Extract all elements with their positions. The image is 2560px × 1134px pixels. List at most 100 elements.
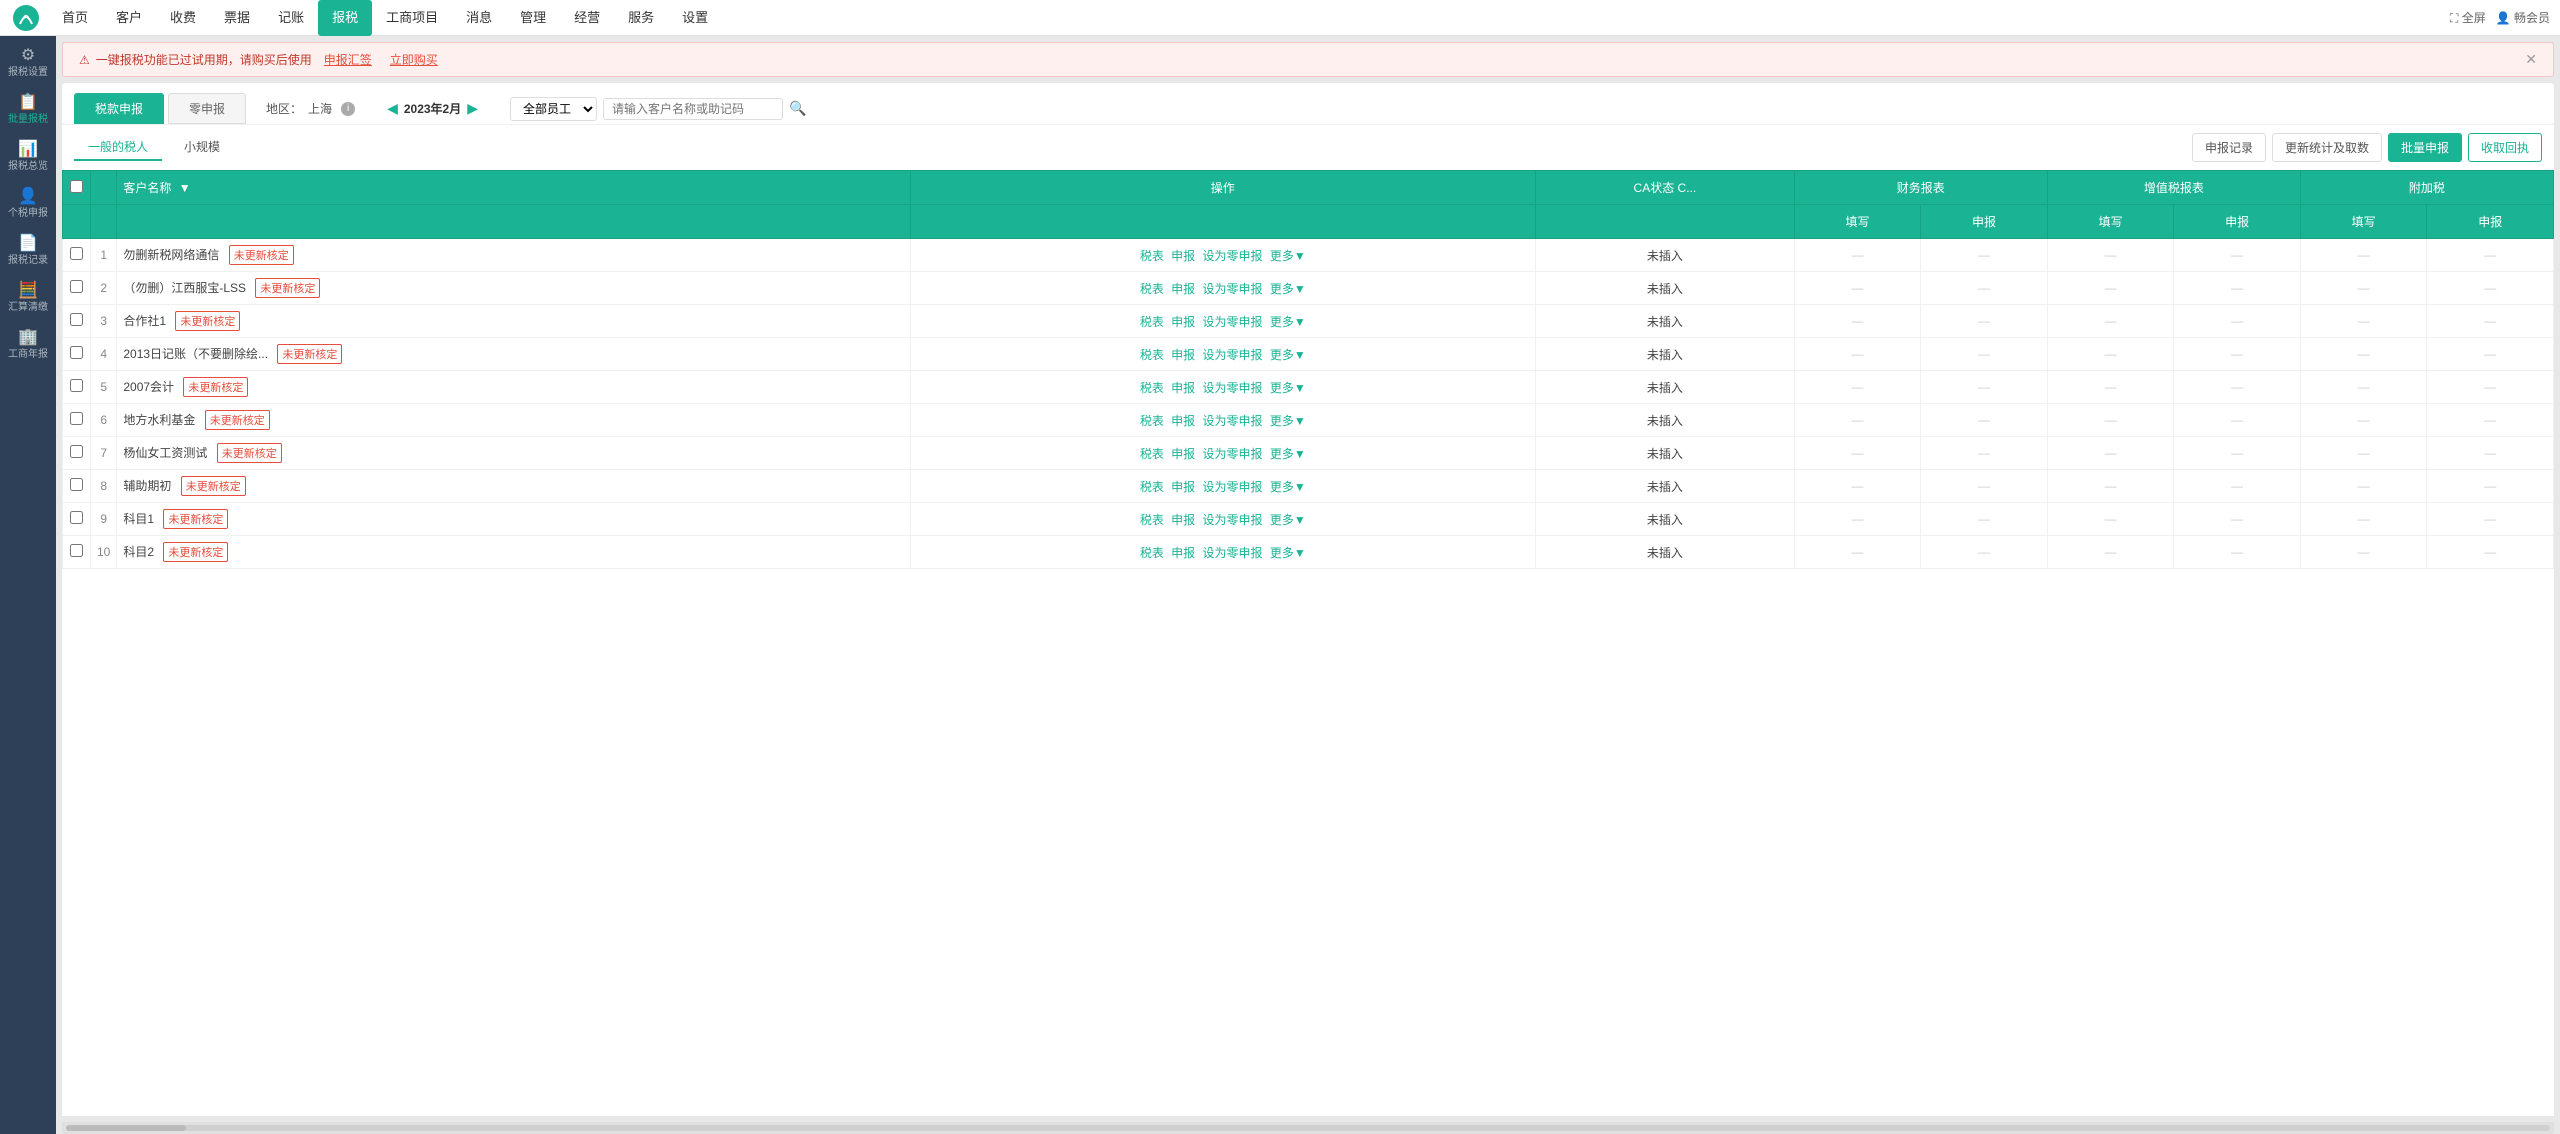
op-zerodeclare-5[interactable]: 设为零申报 — [1203, 414, 1263, 428]
op-taxform-1[interactable]: 税表 — [1140, 282, 1164, 296]
banner-link-buy[interactable]: 立即购买 — [390, 51, 438, 68]
banner-close-btn[interactable]: ✕ — [2525, 51, 2537, 68]
sidebar-item-tax-settings[interactable]: ⚙ 报税设置 — [0, 40, 56, 87]
op-declare-2[interactable]: 申报 — [1171, 315, 1195, 329]
op-taxform-2[interactable]: 税表 — [1140, 315, 1164, 329]
row-fin-declare-4: — — [1921, 371, 2048, 404]
op-zerodeclare-9[interactable]: 设为零申报 — [1203, 546, 1263, 560]
op-zerodeclare-6[interactable]: 设为零申报 — [1203, 447, 1263, 461]
update-stats-btn[interactable]: 更新统计及取数 — [2272, 133, 2382, 162]
nav-message[interactable]: 消息 — [452, 0, 506, 36]
op-more-8[interactable]: 更多▼ — [1270, 513, 1306, 527]
op-taxform-9[interactable]: 税表 — [1140, 546, 1164, 560]
op-more-6[interactable]: 更多▼ — [1270, 447, 1306, 461]
nav-accounting[interactable]: 记账 — [264, 0, 318, 36]
subtab-general-taxpayer[interactable]: 一般的税人 — [74, 134, 162, 161]
sidebar-item-tax-overview[interactable]: 📊 报税总览 — [0, 134, 56, 181]
op-declare-8[interactable]: 申报 — [1171, 513, 1195, 527]
op-taxform-7[interactable]: 税表 — [1140, 480, 1164, 494]
row-add-fill-8: — — [2300, 503, 2427, 536]
date-next-btn[interactable]: ▶ — [467, 100, 478, 117]
scroll-thumb[interactable] — [66, 1125, 186, 1131]
row-no-0: 1 — [91, 239, 117, 272]
batch-icon: 📋 — [18, 95, 38, 111]
nav-service[interactable]: 服务 — [614, 0, 668, 36]
op-more-7[interactable]: 更多▼ — [1270, 480, 1306, 494]
region-info-icon[interactable]: i — [341, 102, 355, 116]
row-checkbox-5[interactable] — [63, 404, 91, 437]
op-taxform-3[interactable]: 税表 — [1140, 348, 1164, 362]
op-declare-9[interactable]: 申报 — [1171, 546, 1195, 560]
th-operation: 操作 — [910, 171, 1535, 205]
row-checkbox-6[interactable] — [63, 437, 91, 470]
op-taxform-6[interactable]: 税表 — [1140, 447, 1164, 461]
op-zerodeclare-7[interactable]: 设为零申报 — [1203, 480, 1263, 494]
row-fin-declare-1: — — [1921, 272, 2048, 305]
th-fin-declare: 申报 — [1921, 205, 2048, 239]
tab-zero-declare[interactable]: 零申报 — [168, 93, 246, 124]
op-declare-0[interactable]: 申报 — [1171, 249, 1195, 263]
record-btn[interactable]: 申报记录 — [2192, 133, 2266, 162]
op-zerodeclare-8[interactable]: 设为零申报 — [1203, 513, 1263, 527]
nav-manage[interactable]: 管理 — [506, 0, 560, 36]
batch-declare-btn[interactable]: 批量申报 — [2388, 133, 2462, 162]
op-declare-4[interactable]: 申报 — [1171, 381, 1195, 395]
banner-link-record[interactable]: 申报汇签 — [324, 51, 372, 68]
op-declare-6[interactable]: 申报 — [1171, 447, 1195, 461]
op-zerodeclare-4[interactable]: 设为零申报 — [1203, 381, 1263, 395]
op-zerodeclare-1[interactable]: 设为零申报 — [1203, 282, 1263, 296]
op-zerodeclare-3[interactable]: 设为零申报 — [1203, 348, 1263, 362]
retrieve-btn[interactable]: 收取回执 — [2468, 133, 2542, 162]
row-checkbox-4[interactable] — [63, 371, 91, 404]
date-prev-btn[interactable]: ◀ — [387, 100, 398, 117]
op-declare-3[interactable]: 申报 — [1171, 348, 1195, 362]
sidebar-item-annual-settlement[interactable]: 🧮 汇算清缴 — [0, 275, 56, 322]
tab-tax-declare[interactable]: 税款申报 — [74, 93, 164, 124]
search-button[interactable]: 🔍 — [789, 100, 806, 117]
sidebar-item-annual-report[interactable]: 🏢 工商年报 — [0, 322, 56, 369]
nav-operation[interactable]: 经营 — [560, 0, 614, 36]
row-checkbox-3[interactable] — [63, 338, 91, 371]
op-declare-7[interactable]: 申报 — [1171, 480, 1195, 494]
sidebar-item-batch-tax[interactable]: 📋 批量报税 — [0, 87, 56, 134]
row-checkbox-9[interactable] — [63, 536, 91, 569]
op-taxform-8[interactable]: 税表 — [1140, 513, 1164, 527]
nav-billing[interactable]: 收费 — [156, 0, 210, 36]
op-zerodeclare-0[interactable]: 设为零申报 — [1203, 249, 1263, 263]
search-input[interactable] — [603, 98, 783, 120]
op-zerodeclare-2[interactable]: 设为零申报 — [1203, 315, 1263, 329]
row-checkbox-0[interactable] — [63, 239, 91, 272]
nav-customer[interactable]: 客户 — [102, 0, 156, 36]
row-checkbox-7[interactable] — [63, 470, 91, 503]
select-all-checkbox[interactable] — [70, 180, 83, 193]
nav-settings[interactable]: 设置 — [668, 0, 722, 36]
op-declare-5[interactable]: 申报 — [1171, 414, 1195, 428]
fullscreen-btn[interactable]: ⛶ 全屏 — [2450, 9, 2486, 26]
subtab-small-scale[interactable]: 小规模 — [170, 134, 234, 161]
op-taxform-5[interactable]: 税表 — [1140, 414, 1164, 428]
nav-commerce[interactable]: 工商项目 — [372, 0, 452, 36]
op-more-3[interactable]: 更多▼ — [1270, 348, 1306, 362]
op-declare-1[interactable]: 申报 — [1171, 282, 1195, 296]
op-more-5[interactable]: 更多▼ — [1270, 414, 1306, 428]
op-taxform-4[interactable]: 税表 — [1140, 381, 1164, 395]
row-checkbox-8[interactable] — [63, 503, 91, 536]
row-name-7: 辅助期初 未更新核定 — [117, 470, 910, 503]
row-checkbox-2[interactable] — [63, 305, 91, 338]
nav-home[interactable]: 首页 — [48, 0, 102, 36]
member-btn[interactable]: 👤 畅会员 — [2496, 9, 2550, 26]
op-more-4[interactable]: 更多▼ — [1270, 381, 1306, 395]
op-more-1[interactable]: 更多▼ — [1270, 282, 1306, 296]
horizontal-scrollbar[interactable] — [62, 1122, 2554, 1134]
row-tax-declare-8: — — [2174, 503, 2301, 536]
op-more-9[interactable]: 更多▼ — [1270, 546, 1306, 560]
sidebar-item-tax-record[interactable]: 📄 报税记录 — [0, 228, 56, 275]
nav-tax[interactable]: 报税 — [318, 0, 372, 36]
op-taxform-0[interactable]: 税表 — [1140, 249, 1164, 263]
op-more-0[interactable]: 更多▼ — [1270, 249, 1306, 263]
sidebar-item-personal-tax[interactable]: 👤 个税申报 — [0, 181, 56, 228]
op-more-2[interactable]: 更多▼ — [1270, 315, 1306, 329]
nav-invoice[interactable]: 票据 — [210, 0, 264, 36]
row-checkbox-1[interactable] — [63, 272, 91, 305]
dept-select[interactable]: 全部员工 — [510, 97, 597, 121]
